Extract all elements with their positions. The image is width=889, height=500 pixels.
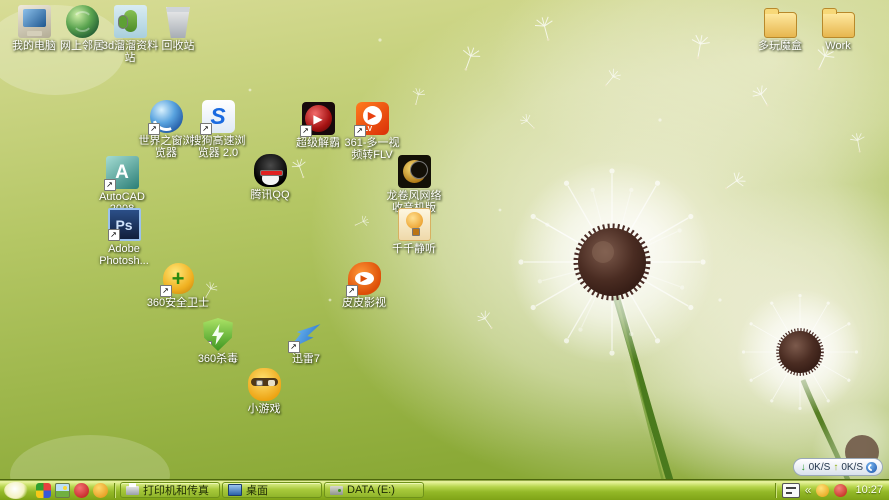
icon-label: Work <box>825 40 851 52</box>
game-face-icon <box>247 368 281 401</box>
qq-penguin-icon <box>253 154 287 187</box>
cross-glyph: + <box>171 265 185 291</box>
desktop-icon-360-safe[interactable]: + 360安全卫士 <box>146 262 210 309</box>
task-button-label: 打印机和传真 <box>143 485 209 497</box>
thunder-bird-icon <box>287 318 323 353</box>
play-glyph: ▶ <box>313 111 323 126</box>
shield-bolt-icon <box>203 318 233 351</box>
quick-launch-red-app-icon[interactable] <box>74 482 89 498</box>
browser-globe-icon <box>147 100 183 135</box>
shield-cross-icon: + <box>159 262 195 297</box>
icon-label: 皮皮影视 <box>342 297 386 309</box>
task-button-data-e[interactable]: DATA (E:) <box>324 482 424 498</box>
desktop-icon-flv-converter[interactable]: ▶ FLV 361-多一视频转FLV <box>340 102 404 161</box>
network-speed-widget[interactable]: ↓ 0K/S ↑ 0K/S <box>792 458 883 476</box>
desktop-icon-recycle-bin[interactable]: 回收站 <box>146 5 210 52</box>
taskbar: 打印机和传真 桌面 DATA (E:) « 10:27 <box>0 479 889 500</box>
desktop-icon-tornado-radio[interactable]: 龙卷风网络收音机版 <box>382 155 446 214</box>
flv-player-icon: ▶ FLV <box>353 102 389 137</box>
download-speed: 0K/S <box>808 461 831 473</box>
system-tray: « 10:27 <box>774 482 885 498</box>
download-arrow-icon: ↓ <box>800 461 806 473</box>
desktop-icon-pipi-video[interactable]: ▶ 皮皮影视 <box>332 262 396 309</box>
cactus-icon <box>113 5 147 38</box>
ttplayer-icon <box>397 208 431 241</box>
desktop-icon-photoshop[interactable]: Ps Adobe Photosh... <box>92 208 156 267</box>
task-button-desktop[interactable]: 桌面 <box>222 482 322 498</box>
upload-speed: 0K/S <box>841 461 863 473</box>
tornado-radio-icon <box>397 155 431 188</box>
play-glyph: ▶ <box>360 273 368 283</box>
drive-icon <box>330 485 343 495</box>
quick-launch-show-desktop-icon[interactable] <box>55 482 70 498</box>
desktop-icon-autocad[interactable]: A AutoCAD 2008 <box>90 156 154 215</box>
sogou-icon: S <box>199 100 235 135</box>
taskbar-clock[interactable]: 10:27 <box>855 484 883 496</box>
autocad-icon: A <box>103 156 139 191</box>
tray-collapse-chevron[interactable]: « <box>805 483 812 497</box>
eye-play-icon: ▶ <box>345 262 381 297</box>
tray-yellow-app-icon[interactable] <box>816 483 830 497</box>
desktop-icon-mini-games[interactable]: 小游戏 <box>232 368 296 415</box>
desktop-window-icon <box>228 484 242 496</box>
desktop-icon-sogou-browser[interactable]: S 搜狗高速浏览器 2.0 <box>186 100 250 159</box>
folder-icon <box>763 8 797 38</box>
icon-label: 千千静听 <box>392 243 436 255</box>
photoshop-icon: Ps <box>107 208 141 241</box>
desktop-icon-work-folder[interactable]: Work <box>806 5 870 52</box>
task-button-label: 桌面 <box>246 485 268 497</box>
flv-badge: FLV <box>359 126 373 133</box>
globe-icon <box>65 5 99 38</box>
desktop-icon-thunder[interactable]: 迅雷7 <box>274 318 338 365</box>
icon-label: 小游戏 <box>247 403 281 415</box>
desktop-icon-360-antivirus[interactable]: 360杀毒 <box>186 318 250 365</box>
task-button-label: DATA (E:) <box>347 484 395 496</box>
recycle-bin-icon <box>166 6 190 38</box>
folder-icon <box>821 8 855 38</box>
media-player-icon: ▶ <box>299 102 335 137</box>
desktop-icon-ttplayer[interactable]: 千千静听 <box>382 208 446 255</box>
icon-label: 多玩魔盒 <box>758 40 802 52</box>
desktop-icon-tencent-qq[interactable]: 腾讯QQ <box>238 154 302 201</box>
printer-icon <box>126 482 139 495</box>
sogou-glyph: S <box>210 103 226 129</box>
icon-label: 腾讯QQ <box>250 189 290 201</box>
my-computer-icon <box>17 5 51 38</box>
quick-launch-media-icon[interactable] <box>36 482 51 498</box>
autocad-glyph: A <box>115 161 129 183</box>
ps-glyph: Ps <box>115 216 133 233</box>
browser-swirl-icon <box>866 461 877 473</box>
tray-red-app-icon[interactable] <box>834 483 848 497</box>
task-button-printers[interactable]: 打印机和传真 <box>120 482 220 498</box>
upload-arrow-icon: ↑ <box>833 461 839 473</box>
start-button[interactable] <box>4 481 28 499</box>
icon-label: 360安全卫士 <box>146 297 210 309</box>
taskbar-divider <box>114 482 115 498</box>
icon-label: 迅雷7 <box>291 353 321 365</box>
icon-label: 360杀毒 <box>197 353 239 365</box>
icon-label: 回收站 <box>161 40 195 52</box>
quick-launch-orange-app-icon[interactable] <box>93 482 108 498</box>
input-method-icon[interactable] <box>781 482 800 498</box>
desktop-icon-duowan-folder[interactable]: 多玩魔盒 <box>748 5 812 52</box>
